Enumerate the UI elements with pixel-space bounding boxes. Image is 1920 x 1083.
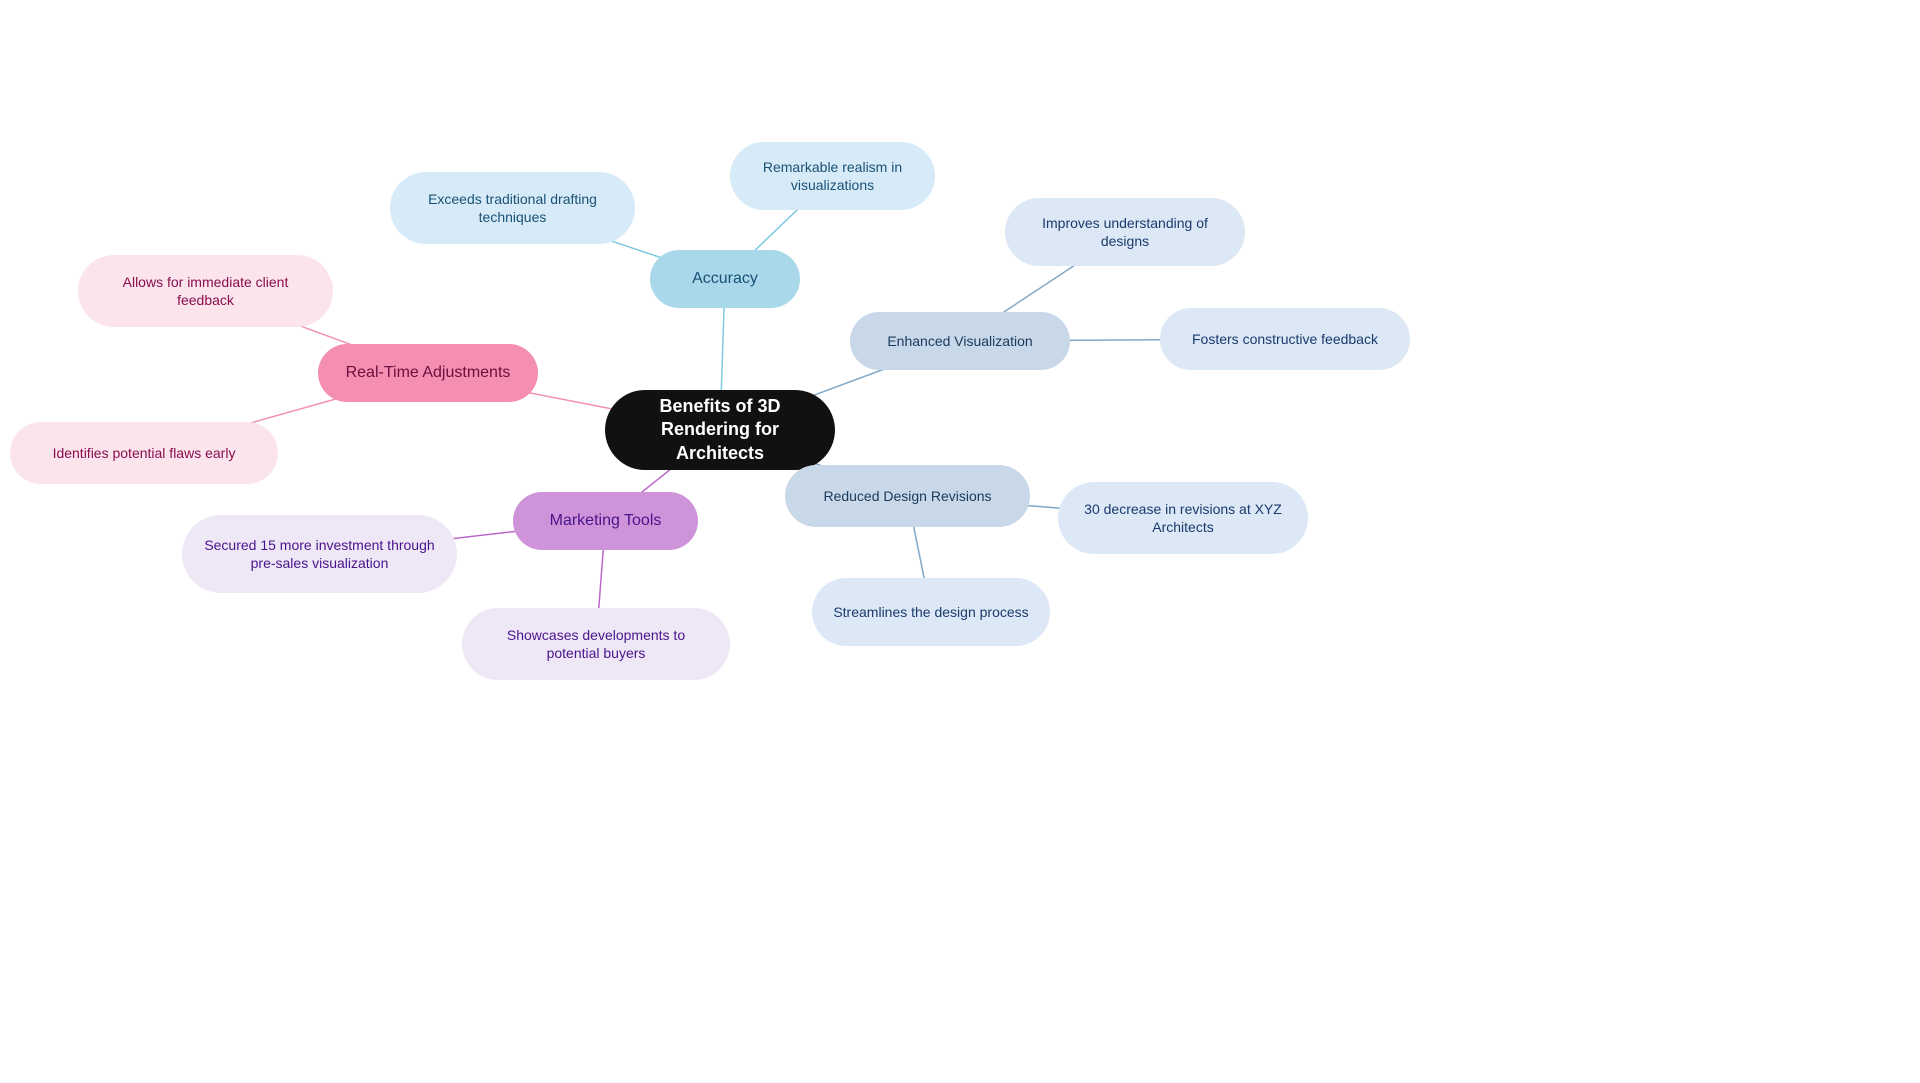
enhanced-label: Enhanced Visualization [887, 332, 1032, 350]
improves-label: Improves understanding of designs [1025, 214, 1225, 250]
exceeds-label: Exceeds traditional drafting techniques [410, 190, 615, 226]
center-node: Benefits of 3D Rendering for Architects [605, 390, 835, 470]
marketing-node: Marketing Tools [513, 492, 698, 550]
reduced-node: Reduced Design Revisions [785, 465, 1030, 527]
immediate-node: Allows for immediate client feedback [78, 255, 333, 327]
streamlines-node: Streamlines the design process [812, 578, 1050, 646]
remarkable-label: Remarkable realism in visualizations [750, 158, 915, 194]
thirty-node: 30 decrease in revisions at XYZ Architec… [1058, 482, 1308, 554]
immediate-label: Allows for immediate client feedback [98, 273, 313, 309]
flaws-node: Identifies potential flaws early [10, 422, 278, 484]
marketing-label: Marketing Tools [550, 511, 662, 532]
fosters-label: Fosters constructive feedback [1192, 330, 1378, 348]
flaws-label: Identifies potential flaws early [53, 444, 236, 462]
streamlines-label: Streamlines the design process [833, 603, 1028, 621]
reduced-label: Reduced Design Revisions [823, 487, 991, 505]
fosters-node: Fosters constructive feedback [1160, 308, 1410, 370]
accuracy-node: Accuracy [650, 250, 800, 308]
exceeds-node: Exceeds traditional drafting techniques [390, 172, 635, 244]
accuracy-label: Accuracy [692, 269, 758, 290]
thirty-label: 30 decrease in revisions at XYZ Architec… [1078, 500, 1288, 536]
secured-node: Secured 15 more investment through pre-s… [182, 515, 457, 593]
improves-node: Improves understanding of designs [1005, 198, 1245, 266]
center-label: Benefits of 3D Rendering for Architects [625, 395, 815, 465]
realtime-node: Real-Time Adjustments [318, 344, 538, 402]
remarkable-node: Remarkable realism in visualizations [730, 142, 935, 210]
showcases-label: Showcases developments to potential buye… [482, 626, 710, 662]
showcases-node: Showcases developments to potential buye… [462, 608, 730, 680]
enhanced-node: Enhanced Visualization [850, 312, 1070, 370]
realtime-label: Real-Time Adjustments [346, 363, 511, 384]
secured-label: Secured 15 more investment through pre-s… [202, 536, 437, 572]
